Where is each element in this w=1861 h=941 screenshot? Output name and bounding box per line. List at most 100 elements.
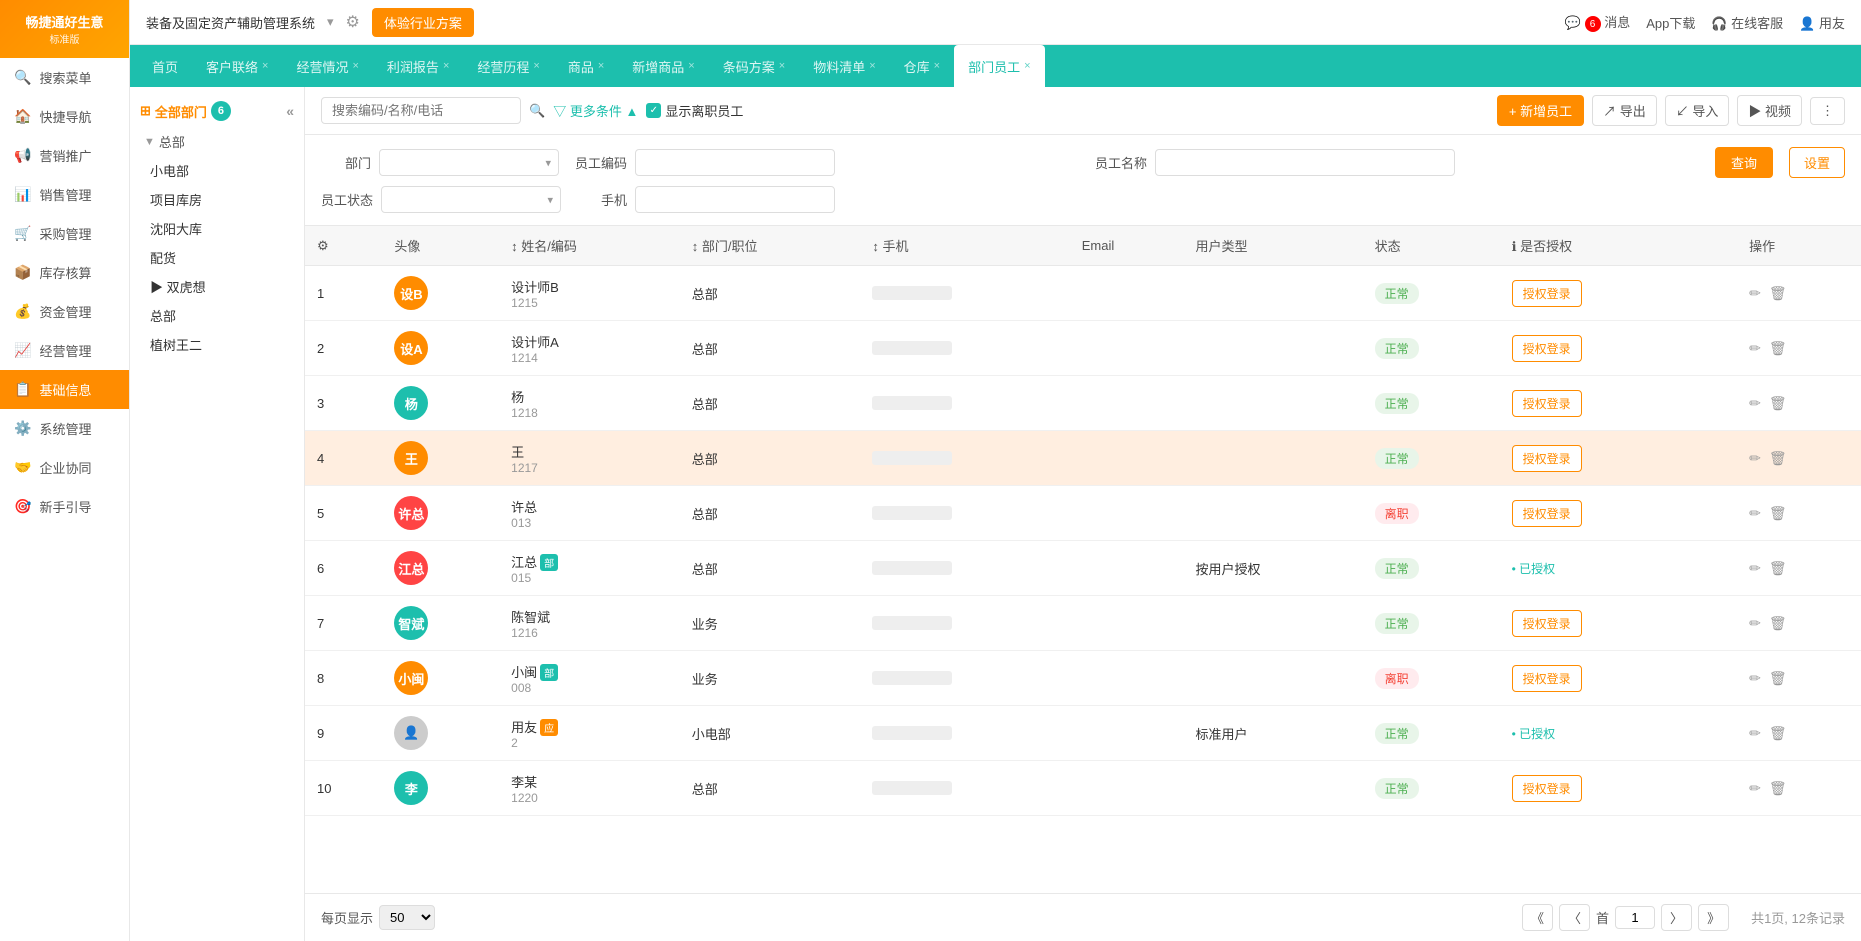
trial-button[interactable]: 体验行业方案 xyxy=(372,8,474,37)
online-service-link[interactable]: 🎧 在线客服 xyxy=(1711,13,1783,32)
next-page-btn[interactable]: 〉 xyxy=(1661,904,1692,931)
tab-close-icon[interactable]: × xyxy=(1024,60,1030,72)
sidebar-item-enterprise[interactable]: 🤝企业协同 xyxy=(0,448,129,487)
dept-select[interactable] xyxy=(379,149,559,176)
sidebar-item-operation[interactable]: 📈经营管理 xyxy=(0,331,129,370)
sidebar-item-guide[interactable]: 🎯新手引导 xyxy=(0,487,129,526)
sidebar-item-basic[interactable]: 📋基础信息 xyxy=(0,370,129,409)
page-input[interactable] xyxy=(1615,906,1655,929)
per-page-select[interactable]: 50 100 200 xyxy=(379,905,435,930)
col-dept[interactable]: ↕ 部门/职位 xyxy=(680,226,861,266)
sidebar-item-marketing[interactable]: 📢营销推广 xyxy=(0,136,129,175)
nav-tab-物料清单[interactable]: 物料清单 × xyxy=(799,45,889,87)
add-employee-btn[interactable]: + 新增员工 xyxy=(1497,95,1584,126)
nav-tab-条码方案[interactable]: 条码方案 × xyxy=(709,45,799,87)
delete-icon[interactable]: 🗑 xyxy=(1769,450,1787,467)
delete-icon[interactable]: 🗑 xyxy=(1769,780,1787,797)
nav-tab-新增商品[interactable]: 新增商品 × xyxy=(618,45,708,87)
dept-item-项目库房[interactable]: 项目库房 xyxy=(130,185,304,214)
message-icon[interactable]: 💬 6 消息 xyxy=(1565,12,1630,33)
app-download-link[interactable]: App下载 xyxy=(1646,13,1695,32)
delete-icon[interactable]: 🗑 xyxy=(1769,505,1787,522)
import-btn[interactable]: ↙ 导入 xyxy=(1665,95,1730,126)
sidebar-item-purchase[interactable]: 🛒采购管理 xyxy=(0,214,129,253)
dept-tree-header[interactable]: ⊞ 全部部门 6 « xyxy=(130,95,304,127)
tab-close-icon[interactable]: × xyxy=(779,60,785,72)
auth-btn[interactable]: 授权登录 xyxy=(1512,500,1582,527)
auth-btn[interactable]: 授权登录 xyxy=(1512,445,1582,472)
edit-icon[interactable]: ✏ xyxy=(1749,285,1761,302)
tab-close-icon[interactable]: × xyxy=(352,60,358,72)
nav-tab-经营情况[interactable]: 经营情况 × xyxy=(282,45,372,87)
emp-code-input[interactable] xyxy=(635,149,835,176)
dept-item-植树王二[interactable]: 植树王二 xyxy=(130,330,304,359)
auth-btn[interactable]: 授权登录 xyxy=(1512,335,1582,362)
edit-icon[interactable]: ✏ xyxy=(1749,725,1761,742)
emp-name-input[interactable] xyxy=(1155,149,1455,176)
delete-icon[interactable]: 🗑 xyxy=(1769,285,1787,302)
nav-tab-首页[interactable]: 首页 xyxy=(138,45,192,87)
edit-icon[interactable]: ✏ xyxy=(1749,780,1761,797)
search-input[interactable] xyxy=(321,97,521,124)
tab-close-icon[interactable]: × xyxy=(533,60,539,72)
edit-icon[interactable]: ✏ xyxy=(1749,560,1761,577)
sidebar-item-inventory[interactable]: 📦库存核算 xyxy=(0,253,129,292)
prev-page-btn[interactable]: 〈 xyxy=(1559,904,1590,931)
edit-icon[interactable]: ✏ xyxy=(1749,395,1761,412)
delete-icon[interactable]: 🗑 xyxy=(1769,670,1787,687)
tab-close-icon[interactable]: × xyxy=(443,60,449,72)
auth-btn[interactable]: 授权登录 xyxy=(1512,665,1582,692)
dept-item-双虎想[interactable]: ▶ 双虎想 xyxy=(130,272,304,301)
emp-status-select[interactable] xyxy=(381,186,561,213)
video-btn[interactable]: ▶ 视频 xyxy=(1737,95,1802,126)
sidebar-item-finance[interactable]: 💰资金管理 xyxy=(0,292,129,331)
nav-tab-客户联络[interactable]: 客户联络 × xyxy=(192,45,282,87)
settings-btn[interactable]: 设置 xyxy=(1789,147,1845,178)
tab-close-icon[interactable]: × xyxy=(688,60,694,72)
gear-icon[interactable]: ⚙ xyxy=(346,12,360,32)
delete-icon[interactable]: 🗑 xyxy=(1769,615,1787,632)
col-settings[interactable]: ⚙ xyxy=(305,226,382,266)
delete-icon[interactable]: 🗑 xyxy=(1769,725,1787,742)
edit-icon[interactable]: ✏ xyxy=(1749,615,1761,632)
tab-close-icon[interactable]: × xyxy=(598,60,604,72)
auth-btn[interactable]: 授权登录 xyxy=(1512,775,1582,802)
export-btn[interactable]: ↗ 导出 xyxy=(1592,95,1657,126)
sidebar-item-quicknav[interactable]: 🏠快捷导航 xyxy=(0,97,129,136)
sidebar-item-system[interactable]: ⚙️系统管理 xyxy=(0,409,129,448)
edit-icon[interactable]: ✏ xyxy=(1749,450,1761,467)
tab-close-icon[interactable]: × xyxy=(869,60,875,72)
delete-icon[interactable]: 🗑 xyxy=(1769,395,1787,412)
auth-btn[interactable]: 授权登录 xyxy=(1512,280,1582,307)
dept-group-总部[interactable]: ▼总部 xyxy=(130,127,304,156)
nav-tab-商品[interactable]: 商品 × xyxy=(554,45,618,87)
search-icon[interactable]: 🔍 xyxy=(529,103,545,119)
col-name[interactable]: ↕ 姓名/编码 xyxy=(499,226,680,266)
dept-item-沈阳大库[interactable]: 沈阳大库 xyxy=(130,214,304,243)
delete-icon[interactable]: 🗑 xyxy=(1769,340,1787,357)
tab-close-icon[interactable]: × xyxy=(934,60,940,72)
last-page-btn[interactable]: 》 xyxy=(1698,904,1729,931)
col-phone[interactable]: ↕ 手机 xyxy=(860,226,1069,266)
tab-close-icon[interactable]: × xyxy=(262,60,268,72)
auth-btn[interactable]: 授权登录 xyxy=(1512,390,1582,417)
sidebar-item-sales[interactable]: 📊销售管理 xyxy=(0,175,129,214)
edit-icon[interactable]: ✏ xyxy=(1749,505,1761,522)
dept-item-小电部[interactable]: 小电部 xyxy=(130,156,304,185)
show-resigned-toggle[interactable]: ✓ 显示离职员工 xyxy=(646,101,743,120)
auth-btn[interactable]: 授权登录 xyxy=(1512,610,1582,637)
phone-input[interactable] xyxy=(635,186,835,213)
more-filter-btn[interactable]: ▽ 更多条件 ▲ xyxy=(553,101,638,120)
edit-icon[interactable]: ✏ xyxy=(1749,340,1761,357)
sidebar-item-search[interactable]: 🔍搜索菜单 xyxy=(0,58,129,97)
edit-icon[interactable]: ✏ xyxy=(1749,670,1761,687)
nav-tab-仓库[interactable]: 仓库 × xyxy=(890,45,954,87)
refresh-btn[interactable]: ⋮ xyxy=(1810,97,1845,125)
collapse-icon[interactable]: « xyxy=(286,103,294,119)
dept-item-配货[interactable]: 配货 xyxy=(130,243,304,272)
nav-tab-经营历程[interactable]: 经营历程 × xyxy=(463,45,553,87)
first-page-btn[interactable]: 《 xyxy=(1522,904,1553,931)
delete-icon[interactable]: 🗑 xyxy=(1769,560,1787,577)
nav-tab-利润报告[interactable]: 利润报告 × xyxy=(373,45,463,87)
nav-tab-部门员工[interactable]: 部门员工 × xyxy=(954,45,1044,87)
